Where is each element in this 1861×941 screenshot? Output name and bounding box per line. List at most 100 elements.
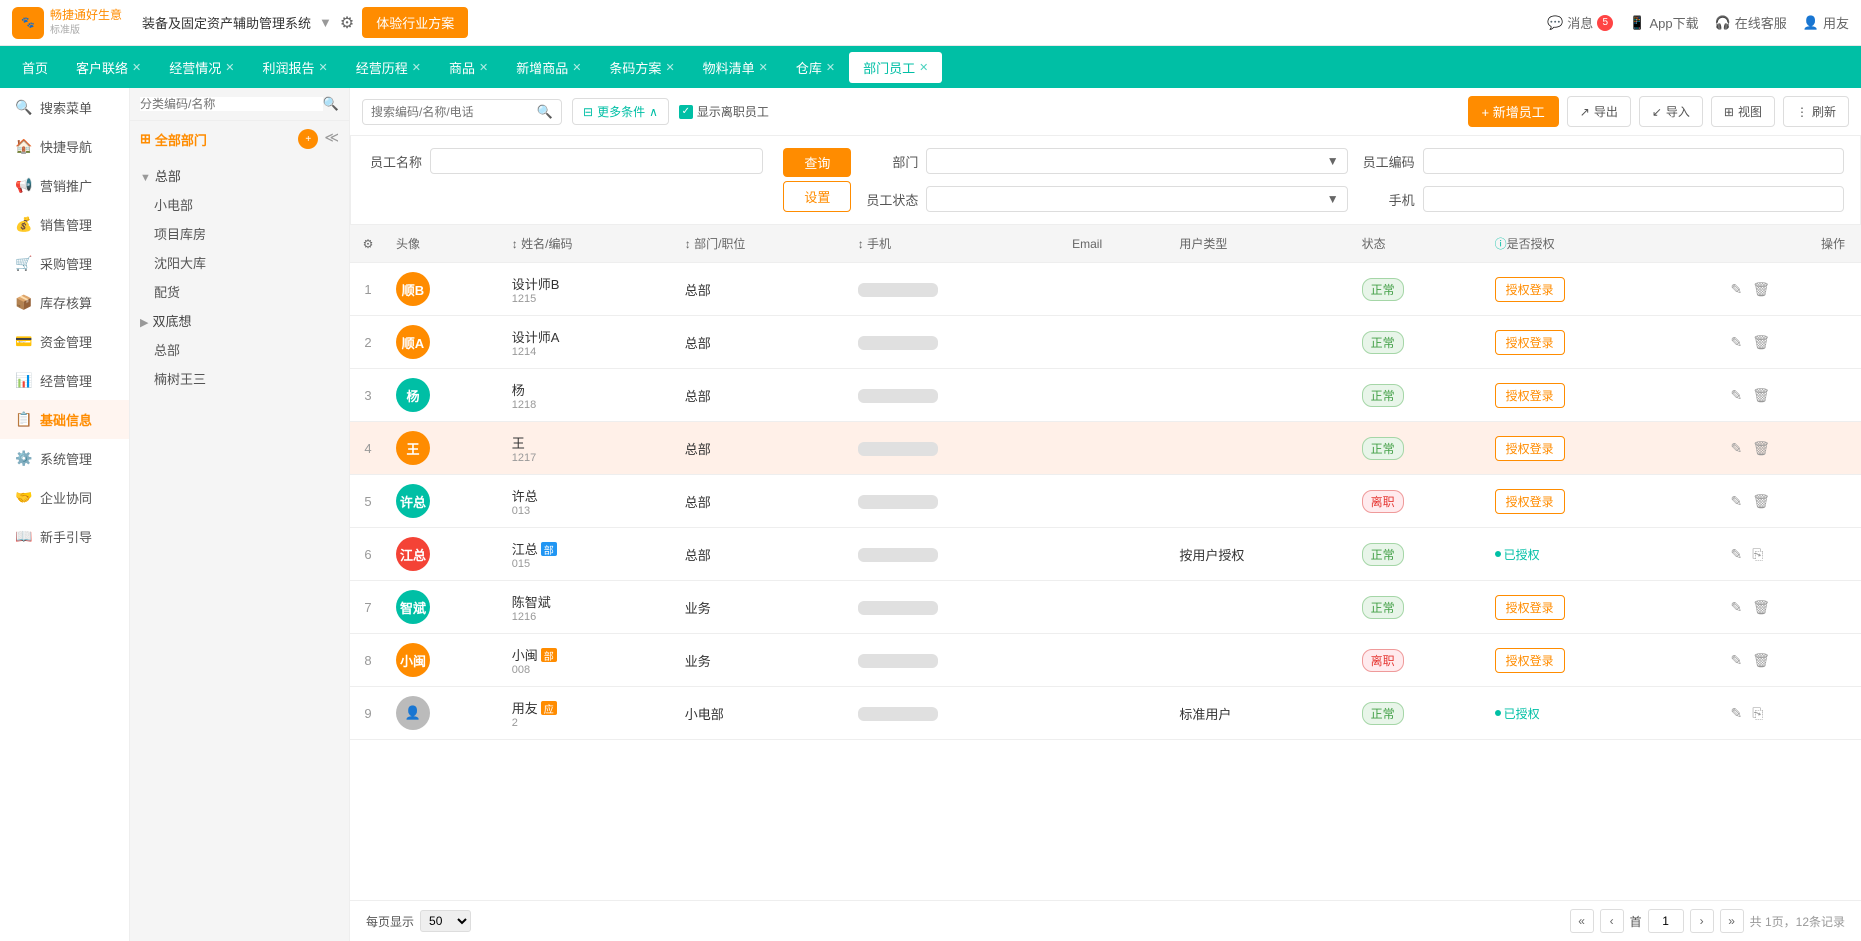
edit-icon[interactable]: ✎ (1730, 546, 1742, 563)
close-icon[interactable]: ✕ (826, 61, 835, 74)
more-button[interactable]: ⋮ 刷新 (1783, 96, 1849, 127)
dept-node-project-warehouse[interactable]: 项目库房 (130, 219, 349, 248)
delete-icon[interactable]: 🗑 (1752, 281, 1770, 298)
close-icon[interactable]: ✕ (225, 61, 234, 74)
filter-dept-select[interactable]: ▼ (926, 148, 1347, 174)
edit-icon[interactable]: ✎ (1730, 652, 1742, 669)
gear-icon[interactable]: ⚙ (340, 13, 354, 33)
close-icon[interactable]: ✕ (572, 61, 581, 74)
dept-node-shuangdi[interactable]: ▶双底想 (130, 306, 349, 335)
sidebar-item-sales[interactable]: 💰 销售管理 (0, 205, 129, 244)
page-number-input[interactable] (1648, 909, 1684, 933)
dept-add-icon[interactable]: + (298, 129, 318, 149)
tab-warehouse[interactable]: 仓库 ✕ (782, 52, 849, 83)
page-size-dropdown[interactable]: 50 100 (420, 910, 471, 932)
user-menu[interactable]: 👤 用友 (1803, 13, 1849, 32)
sidebar-item-system[interactable]: ⚙️ 系统管理 (0, 439, 129, 478)
tab-profit[interactable]: 利润报告 ✕ (248, 52, 341, 83)
close-icon[interactable]: ✕ (665, 61, 674, 74)
sidebar-item-basicinfo[interactable]: 📋 基础信息 (0, 400, 129, 439)
dept-node-small-elec[interactable]: 小电部 (130, 190, 349, 219)
auth-button[interactable]: 授权登录 (1495, 489, 1565, 514)
tab-products[interactable]: 商品 ✕ (435, 52, 502, 83)
prev-page-button[interactable]: ‹ (1600, 909, 1624, 933)
tab-new-product[interactable]: 新增商品 ✕ (502, 52, 595, 83)
copy-icon[interactable]: ⎘ (1752, 546, 1763, 563)
auth-button[interactable]: 授权登录 (1495, 436, 1565, 461)
query-button[interactable]: 查询 (783, 148, 851, 177)
auth-button[interactable]: 授权登录 (1495, 595, 1565, 620)
sidebar-item-purchase[interactable]: 🛒 采购管理 (0, 244, 129, 283)
dept-node-head-office[interactable]: 总部 (130, 335, 349, 364)
tab-barcode[interactable]: 条码方案 ✕ (595, 52, 688, 83)
tab-history[interactable]: 经营历程 ✕ (342, 52, 435, 83)
close-icon[interactable]: ✕ (132, 61, 141, 74)
copy-icon[interactable]: ⎘ (1752, 705, 1763, 722)
edit-icon[interactable]: ✎ (1730, 387, 1742, 404)
message-button[interactable]: 💬 消息 5 (1547, 13, 1613, 32)
first-page-button[interactable]: « (1570, 909, 1594, 933)
filter-status-select[interactable]: ▼ (926, 186, 1347, 212)
dept-node-headquarters[interactable]: ▼总部 (130, 161, 349, 190)
online-service-button[interactable]: 🎧 在线客服 (1715, 13, 1787, 32)
delete-icon[interactable]: 🗑 (1752, 652, 1770, 669)
import-button[interactable]: ↙ 导入 (1639, 96, 1703, 127)
delete-icon[interactable]: 🗑 (1752, 599, 1770, 616)
close-icon[interactable]: ✕ (479, 61, 488, 74)
sidebar-item-marketing[interactable]: 📢 营销推广 (0, 166, 129, 205)
edit-icon[interactable]: ✎ (1730, 705, 1742, 722)
edit-icon[interactable]: ✎ (1730, 281, 1742, 298)
sidebar-item-guide[interactable]: 📖 新手引导 (0, 517, 129, 556)
th-name[interactable]: ↕ 姓名/编码 (502, 225, 675, 263)
dept-collapse-icon[interactable]: ≪ (324, 129, 339, 149)
edit-icon[interactable]: ✎ (1730, 440, 1742, 457)
dept-search-input[interactable] (140, 97, 323, 111)
th-settings[interactable]: ⚙ (350, 225, 386, 263)
close-icon[interactable]: ✕ (319, 61, 328, 74)
th-dept[interactable]: ↕ 部门/职位 (675, 225, 848, 263)
dept-node-shenyang[interactable]: 沈阳大库 (130, 248, 349, 277)
filter-empname-input[interactable] (430, 148, 763, 174)
close-icon[interactable]: ✕ (919, 61, 928, 74)
dept-node-nanshuwang[interactable]: 楠树王三 (130, 364, 349, 393)
filter-empcode-input[interactable] (1423, 148, 1844, 174)
auth-button[interactable]: 授权登录 (1495, 330, 1565, 355)
app-download-button[interactable]: 📱 App下载 (1629, 13, 1698, 32)
show-dimission-toggle[interactable]: ✓ 显示离职员工 (679, 103, 769, 120)
checkbox-icon[interactable]: ✓ (679, 105, 693, 119)
system-dropdown-icon[interactable]: ▼ (319, 15, 332, 30)
search-input[interactable] (371, 105, 533, 119)
close-icon[interactable]: ✕ (759, 61, 768, 74)
delete-icon[interactable]: 🗑 (1752, 493, 1770, 510)
delete-icon[interactable]: 🗑 (1752, 387, 1770, 404)
close-icon[interactable]: ✕ (412, 61, 421, 74)
reset-button[interactable]: 设置 (783, 181, 851, 212)
sidebar-item-inventory[interactable]: 📦 库存核算 (0, 283, 129, 322)
filter-phone-input[interactable] (1423, 186, 1844, 212)
tab-operations[interactable]: 经营情况 ✕ (155, 52, 248, 83)
dept-node-distribution[interactable]: 配货 (130, 277, 349, 306)
view-button[interactable]: ⊞ 视图 (1711, 96, 1775, 127)
sidebar-item-quicknav[interactable]: 🏠 快捷导航 (0, 127, 129, 166)
trial-button[interactable]: 体验行业方案 (362, 7, 468, 38)
delete-icon[interactable]: 🗑 (1752, 334, 1770, 351)
sidebar-item-enterprise[interactable]: 🤝 企业协同 (0, 478, 129, 517)
add-employee-button[interactable]: + 新增员工 (1468, 96, 1559, 127)
tab-department[interactable]: 部门员工 ✕ (849, 52, 942, 83)
export-button[interactable]: ↗ 导出 (1567, 96, 1631, 127)
tab-customer[interactable]: 客户联络 ✕ (62, 52, 155, 83)
filter-more-button[interactable]: ⊟ 更多条件 ∧ (572, 98, 669, 125)
tab-bom[interactable]: 物料清单 ✕ (689, 52, 782, 83)
edit-icon[interactable]: ✎ (1730, 599, 1742, 616)
sidebar-item-search[interactable]: 🔍 搜索菜单 (0, 88, 129, 127)
next-page-button[interactable]: › (1690, 909, 1714, 933)
sidebar-item-operations[interactable]: 📊 经营管理 (0, 361, 129, 400)
auth-button[interactable]: 授权登录 (1495, 648, 1565, 673)
sidebar-item-finance[interactable]: 💳 资金管理 (0, 322, 129, 361)
th-phone[interactable]: ↕ 手机 (848, 225, 1062, 263)
edit-icon[interactable]: ✎ (1730, 493, 1742, 510)
last-page-button[interactable]: » (1720, 909, 1744, 933)
delete-icon[interactable]: 🗑 (1752, 440, 1770, 457)
edit-icon[interactable]: ✎ (1730, 334, 1742, 351)
auth-button[interactable]: 授权登录 (1495, 383, 1565, 408)
